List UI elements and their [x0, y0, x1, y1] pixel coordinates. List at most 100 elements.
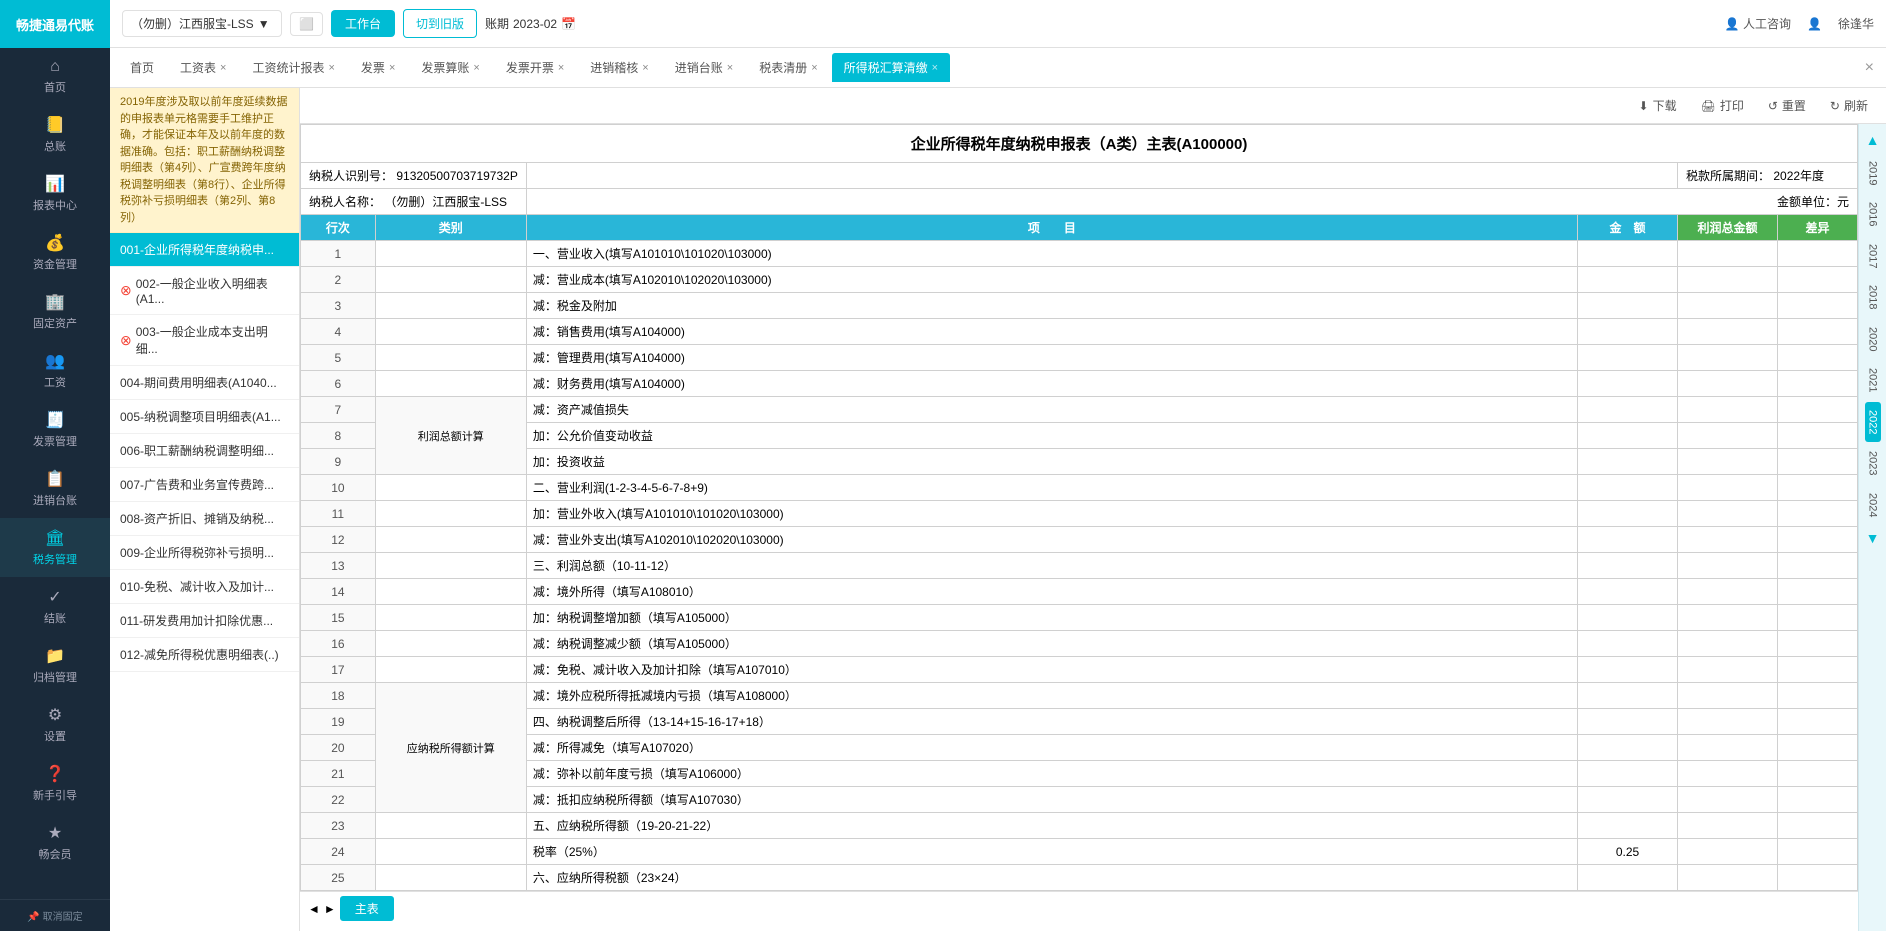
refresh-button[interactable]: ↻ 刷新 — [1824, 94, 1874, 117]
sidebar-item-assets[interactable]: 🏢 固定资产 — [0, 282, 110, 341]
menu-item-001[interactable]: 001-企业所得税年度纳税申... — [110, 233, 299, 267]
year-up-arrow[interactable]: ▲ — [1866, 128, 1880, 152]
tax-icon: 🏛 — [45, 528, 65, 548]
year-2017[interactable]: 2017 — [1865, 236, 1881, 276]
menu-item-008[interactable]: 008-资产折旧、摊销及纳税... — [110, 502, 299, 536]
close-payroll-stats-tab[interactable]: × — [328, 62, 334, 74]
assets-icon: 🏢 — [45, 292, 65, 312]
tab-home[interactable]: 首页 — [118, 53, 166, 82]
year-2016[interactable]: 2016 — [1865, 194, 1881, 234]
nav-close-all[interactable]: × — [1861, 55, 1878, 81]
company-selector[interactable]: （勿删）江西服宝-LSS ▼ — [122, 10, 282, 37]
table-row: 10 二、营业利润(1-2-3-4-5-6-7-8+9) — [301, 475, 1858, 501]
close-invoice-open-tab[interactable]: × — [558, 62, 564, 74]
year-2018[interactable]: 2018 — [1865, 277, 1881, 317]
period-label: 账期 — [485, 15, 509, 32]
year-2023[interactable]: 2023 — [1865, 443, 1881, 483]
service-button[interactable]: 👤 人工咨询 — [1725, 15, 1791, 32]
table-row: 16 减：纳税调整减少额（填写A105000） — [301, 631, 1858, 657]
menu-item-006[interactable]: 006-职工薪酬纳税调整明细... — [110, 434, 299, 468]
table-row: 7 利润总额计算 减：资产减值损失 — [301, 397, 1858, 423]
tab-home-label: 首页 — [130, 59, 154, 76]
download-button[interactable]: ⬇ 下载 — [1633, 94, 1683, 117]
table-row: 18 应纳税所得额计算 减：境外应税所得抵减境内亏损（填写A108000） — [301, 683, 1858, 709]
close-income-tax-tab[interactable]: × — [932, 62, 938, 74]
tab-invoice-calc[interactable]: 发票算账 × — [409, 53, 491, 82]
print-button[interactable]: 🖨 打印 — [1695, 94, 1750, 117]
category-taxable: 应纳税所得额计算 — [375, 683, 526, 813]
close-audit-tab[interactable]: × — [642, 62, 648, 74]
sidebar-item-close[interactable]: ✓ 结账 — [0, 577, 110, 636]
sidebar-item-funds[interactable]: 💰 资金管理 — [0, 223, 110, 282]
tab-invoice[interactable]: 发票 × — [349, 53, 407, 82]
side-year-panel: ▲ 2019 2016 2017 2018 2020 2021 2022 202… — [1858, 124, 1886, 931]
year-2022[interactable]: 2022 — [1865, 402, 1881, 442]
payroll-icon: 👥 — [45, 351, 65, 371]
close-tax-list-tab[interactable]: × — [811, 62, 817, 74]
table-row: 3 减：税金及附加 — [301, 293, 1858, 319]
workbench-button[interactable]: 工作台 — [331, 10, 395, 37]
close-payroll-tab[interactable]: × — [220, 62, 226, 74]
year-down-arrow[interactable]: ▼ — [1866, 526, 1880, 550]
menu-item-009[interactable]: 009-企业所得税弥补亏损明... — [110, 536, 299, 570]
tab-invoice-open[interactable]: 发票开票 × — [494, 53, 576, 82]
close-invoice-calc-tab[interactable]: × — [473, 62, 479, 74]
sidebar-item-tax[interactable]: 🏛 税务管理 — [0, 518, 110, 577]
tab-payroll-stats[interactable]: 工资统计报表 × — [240, 53, 346, 82]
copy-icon-btn[interactable]: ⬜ — [290, 12, 323, 36]
year-2024[interactable]: 2024 — [1865, 485, 1881, 525]
close-sales-ledger-tab[interactable]: × — [727, 62, 733, 74]
tab-payroll[interactable]: 工资表 × — [168, 53, 238, 82]
menu-item-012[interactable]: 012-减免所得税优惠明细表(..) — [110, 638, 299, 672]
menu-item-004[interactable]: 004-期间费用明细表(A1040... — [110, 366, 299, 400]
reset-button[interactable]: ↺ 重置 — [1762, 94, 1812, 117]
year-2020[interactable]: 2020 — [1865, 319, 1881, 359]
th-diff: 差异 — [1778, 215, 1858, 241]
user-name: 徐逢华 — [1838, 15, 1874, 32]
tab-main[interactable]: 主表 — [340, 896, 394, 921]
guide-icon: ❓ — [45, 764, 65, 784]
sidebar-item-payroll[interactable]: 👥 工资 — [0, 341, 110, 400]
table-row: 12 减：营业外支出(填写A102010\102020\103000) — [301, 527, 1858, 553]
sidebar-item-sales[interactable]: 📋 进销台账 — [0, 459, 110, 518]
sales-icon: 📋 — [45, 469, 65, 489]
table-row: 17 减：免税、减计收入及加计扣除（填写A107010） — [301, 657, 1858, 683]
table-wrap[interactable]: 企业所得税年度纳税申报表（A类）主表(A100000) 纳税人识别号： 9132… — [300, 124, 1858, 931]
table-row: 6 减：财务费用(填写A104000) — [301, 371, 1858, 397]
sidebar-item-home[interactable]: ⌂ 首页 — [0, 48, 110, 105]
table-row: 22 减：抵扣应纳税所得额（填写A107030） — [301, 787, 1858, 813]
table-row: 1 一、营业收入(填写A101010\101020\103000) — [301, 241, 1858, 267]
sidebar-item-reports[interactable]: 📊 报表中心 — [0, 164, 110, 223]
menu-item-005[interactable]: 005-纳税调整项目明细表(A1... — [110, 400, 299, 434]
table-row: 13 三、利润总额（10-11-12） — [301, 553, 1858, 579]
sidebar-pin-toggle[interactable]: 📌 取消固定 — [0, 899, 110, 931]
table-row: 11 加：营业外收入(填写A101010\101020\103000) — [301, 501, 1858, 527]
menu-item-007[interactable]: 007-广告费和业务宣传费跨... — [110, 468, 299, 502]
nav-left-arrow[interactable]: ◄ — [308, 902, 320, 916]
cut-to-old-button[interactable]: 切到旧版 — [403, 9, 477, 38]
sidebar-item-invoice[interactable]: 🧾 发票管理 — [0, 400, 110, 459]
close-invoice-tab[interactable]: × — [389, 62, 395, 74]
th-item: 项 目 — [526, 215, 1577, 241]
nav-right-arrow[interactable]: ► — [324, 902, 336, 916]
tax-period-row: 税款所属期间： 2022年度 — [1678, 163, 1858, 189]
tab-bottom-bar: ◄ ► 主表 — [300, 891, 1858, 925]
sidebar-item-settings[interactable]: ⚙ 设置 — [0, 695, 110, 754]
year-2019[interactable]: 2019 — [1865, 153, 1881, 193]
menu-item-002[interactable]: ⊗ 002-一般企业收入明细表(A1... — [110, 267, 299, 315]
sidebar-item-guide[interactable]: ❓ 新手引导 — [0, 754, 110, 813]
tab-income-tax[interactable]: 所得税汇算清缴 × — [832, 53, 950, 82]
sidebar-item-member[interactable]: ★ 畅会员 — [0, 813, 110, 872]
menu-item-010[interactable]: 010-免税、减计收入及加计... — [110, 570, 299, 604]
menu-item-011[interactable]: 011-研发费用加计扣除优惠... — [110, 604, 299, 638]
menu-item-003[interactable]: ⊗ 003-一般企业成本支出明细... — [110, 315, 299, 366]
sidebar-item-archive[interactable]: 📁 归档管理 — [0, 636, 110, 695]
error-dot-003: ⊗ — [120, 332, 132, 349]
sidebar-item-ledger[interactable]: 📒 总账 — [0, 105, 110, 164]
year-2021[interactable]: 2021 — [1865, 360, 1881, 400]
tab-tax-list[interactable]: 税表清册 × — [747, 53, 829, 82]
tab-sales-ledger[interactable]: 进销台账 × — [663, 53, 745, 82]
reset-icon: ↺ — [1768, 99, 1778, 113]
main-table: 企业所得税年度纳税申报表（A类）主表(A100000) 纳税人识别号： 9132… — [300, 124, 1858, 891]
tab-audit[interactable]: 进销稽核 × — [578, 53, 660, 82]
